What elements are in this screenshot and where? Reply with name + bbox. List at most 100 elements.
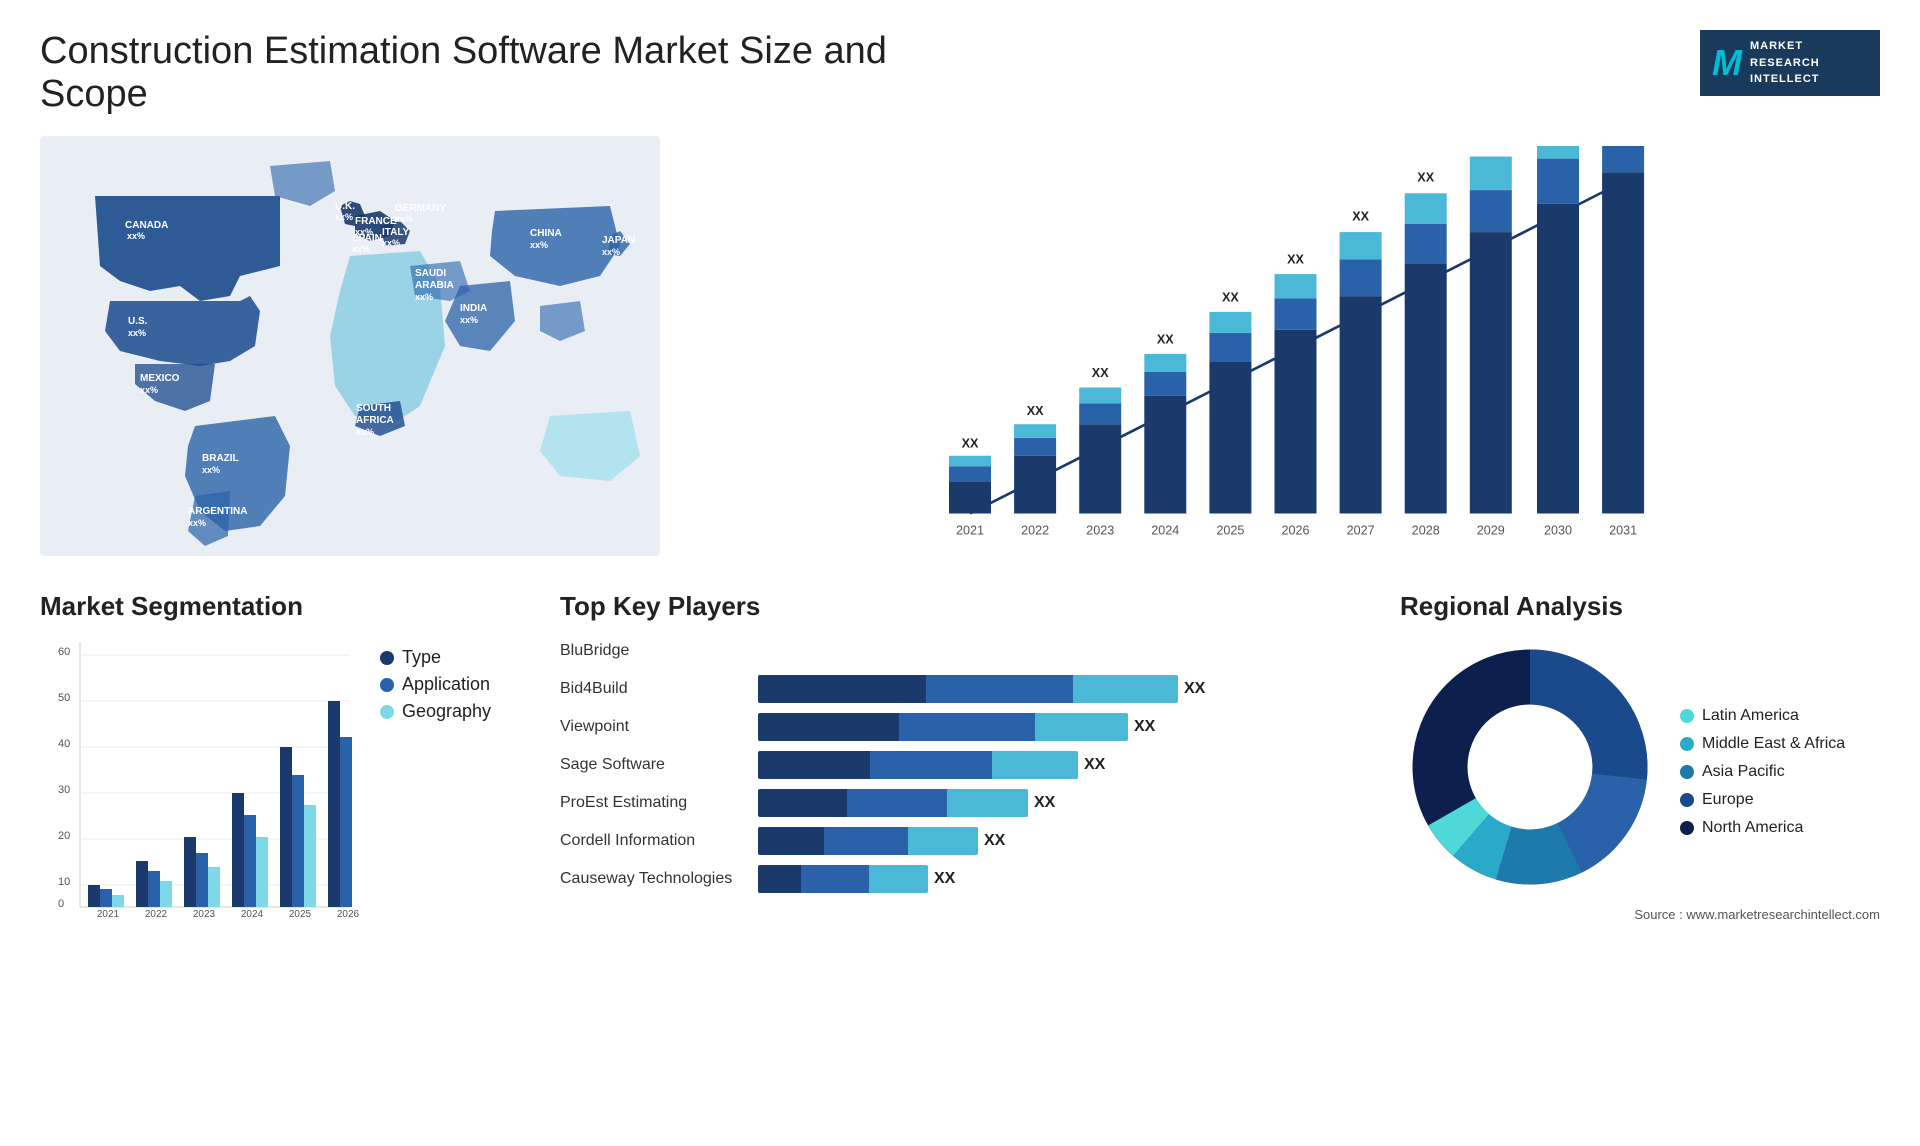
player-bar [758, 751, 1078, 779]
svg-text:U.S.: U.S. [128, 316, 148, 327]
player-value: XX [934, 870, 955, 888]
svg-text:60: 60 [58, 646, 70, 658]
svg-text:SPAIN: SPAIN [352, 233, 382, 244]
logo-line1: MARKET [1750, 38, 1820, 55]
svg-text:xx%: xx% [352, 244, 370, 254]
svg-text:CANADA: CANADA [125, 220, 168, 231]
svg-text:xx%: xx% [127, 231, 145, 241]
europe-label: Europe [1702, 791, 1754, 809]
player-name: Viewpoint [560, 718, 750, 736]
svg-text:2024: 2024 [241, 909, 264, 917]
logo-line3: INTELLECT [1750, 71, 1820, 88]
type-dot [380, 651, 394, 665]
player-bar [758, 713, 1128, 741]
regional-legend: Latin America Middle East & Africa Asia … [1680, 707, 1845, 837]
player-bar-wrapper [758, 637, 1360, 665]
logo-line2: RESEARCH [1750, 55, 1820, 72]
svg-text:2021: 2021 [956, 524, 984, 538]
svg-text:2025: 2025 [1216, 524, 1244, 538]
segmentation-chart: 60 50 40 30 20 10 0 [40, 637, 360, 917]
player-bar-wrapper: XX [758, 675, 1360, 703]
svg-text:XX: XX [1352, 210, 1369, 224]
legend-application: Application [380, 674, 491, 695]
svg-text:JAPAN: JAPAN [602, 235, 635, 246]
world-map: CANADA xx% U.S. xx% MEXICO xx% BRAZIL xx… [40, 136, 660, 556]
svg-text:AFRICA: AFRICA [356, 415, 394, 426]
asia-pacific-dot [1680, 765, 1694, 779]
player-bar [758, 789, 1028, 817]
svg-text:XX: XX [1287, 253, 1304, 267]
svg-text:2024: 2024 [1151, 524, 1179, 538]
geography-label: Geography [402, 701, 491, 722]
middle-east-africa-dot [1680, 737, 1694, 751]
svg-text:10: 10 [58, 876, 70, 888]
svg-text:XX: XX [1222, 290, 1239, 304]
player-bar [758, 675, 1178, 703]
player-name: Cordell Information [560, 832, 750, 850]
latin-america-dot [1680, 709, 1694, 723]
regional-title: Regional Analysis [1400, 591, 1880, 622]
player-blubridge: BluBridge [560, 637, 1360, 665]
svg-text:xx%: xx% [460, 315, 478, 325]
player-cordell: Cordell Information XX [560, 827, 1360, 855]
source-text: Source : www.marketresearchintellect.com [1400, 907, 1880, 922]
svg-text:XX: XX [962, 436, 979, 450]
svg-text:xx%: xx% [140, 385, 158, 395]
svg-text:INDIA: INDIA [460, 303, 487, 314]
svg-text:SOUTH: SOUTH [356, 403, 391, 414]
svg-text:2025: 2025 [289, 909, 312, 917]
donut-chart [1400, 637, 1660, 897]
regional-inner: Latin America Middle East & Africa Asia … [1400, 637, 1880, 897]
svg-text:xx%: xx% [530, 240, 548, 250]
svg-text:BRAZIL: BRAZIL [202, 453, 239, 464]
svg-text:ITALY: ITALY [382, 227, 410, 238]
player-bar-wrapper: XX [758, 865, 1360, 893]
page-title: Construction Estimation Software Market … [40, 30, 940, 116]
player-name: BluBridge [560, 642, 750, 660]
svg-text:2028: 2028 [1412, 524, 1440, 538]
svg-text:U.K.: U.K. [335, 201, 355, 212]
svg-text:xx%: xx% [356, 427, 374, 437]
growth-bar-chart: XX 2021 XX 2022 XX 2023 [690, 146, 1880, 566]
svg-text:2023: 2023 [1086, 524, 1114, 538]
svg-text:xx%: xx% [415, 292, 433, 302]
player-sage: Sage Software XX [560, 751, 1360, 779]
svg-text:SAUDI: SAUDI [415, 268, 446, 279]
svg-text:XX: XX [1157, 332, 1174, 346]
map-section: CANADA xx% U.S. xx% MEXICO xx% BRAZIL xx… [40, 136, 660, 576]
europe-dot [1680, 793, 1694, 807]
player-causeway: Causeway Technologies XX [560, 865, 1360, 893]
svg-text:2027: 2027 [1347, 524, 1375, 538]
svg-text:XX: XX [1417, 171, 1434, 185]
player-bar-wrapper: XX [758, 789, 1360, 817]
regional-section: Regional Analysis [1400, 591, 1880, 922]
legend-latin-america: Latin America [1680, 707, 1845, 725]
svg-text:FRANCE: FRANCE [355, 216, 397, 227]
player-name: Causeway Technologies [560, 870, 750, 888]
player-value: XX [1034, 794, 1055, 812]
latin-america-label: Latin America [1702, 707, 1799, 725]
north-america-dot [1680, 821, 1694, 835]
svg-text:20: 20 [58, 830, 70, 842]
svg-text:MEXICO: MEXICO [140, 373, 180, 384]
growth-chart-section: XX 2021 XX 2022 XX 2023 [690, 136, 1880, 581]
svg-text:2026: 2026 [337, 909, 360, 917]
application-dot [380, 678, 394, 692]
player-proest: ProEst Estimating XX [560, 789, 1360, 817]
legend-asia-pacific: Asia Pacific [1680, 763, 1845, 781]
player-value: XX [1084, 756, 1105, 774]
svg-text:GERMANY: GERMANY [395, 203, 446, 214]
legend-geography: Geography [380, 701, 491, 722]
svg-text:2022: 2022 [145, 909, 168, 917]
player-value: XX [1184, 680, 1205, 698]
legend-north-america: North America [1680, 819, 1845, 837]
type-label: Type [402, 647, 441, 668]
svg-text:xx%: xx% [128, 328, 146, 338]
player-name: Sage Software [560, 756, 750, 774]
legend-europe: Europe [1680, 791, 1845, 809]
bottom-sections: Market Segmentation 60 50 40 30 20 10 0 [40, 591, 1880, 922]
svg-text:xx%: xx% [395, 214, 413, 224]
player-value: XX [984, 832, 1005, 850]
player-bar-wrapper: XX [758, 751, 1360, 779]
legend-type: Type [380, 647, 491, 668]
